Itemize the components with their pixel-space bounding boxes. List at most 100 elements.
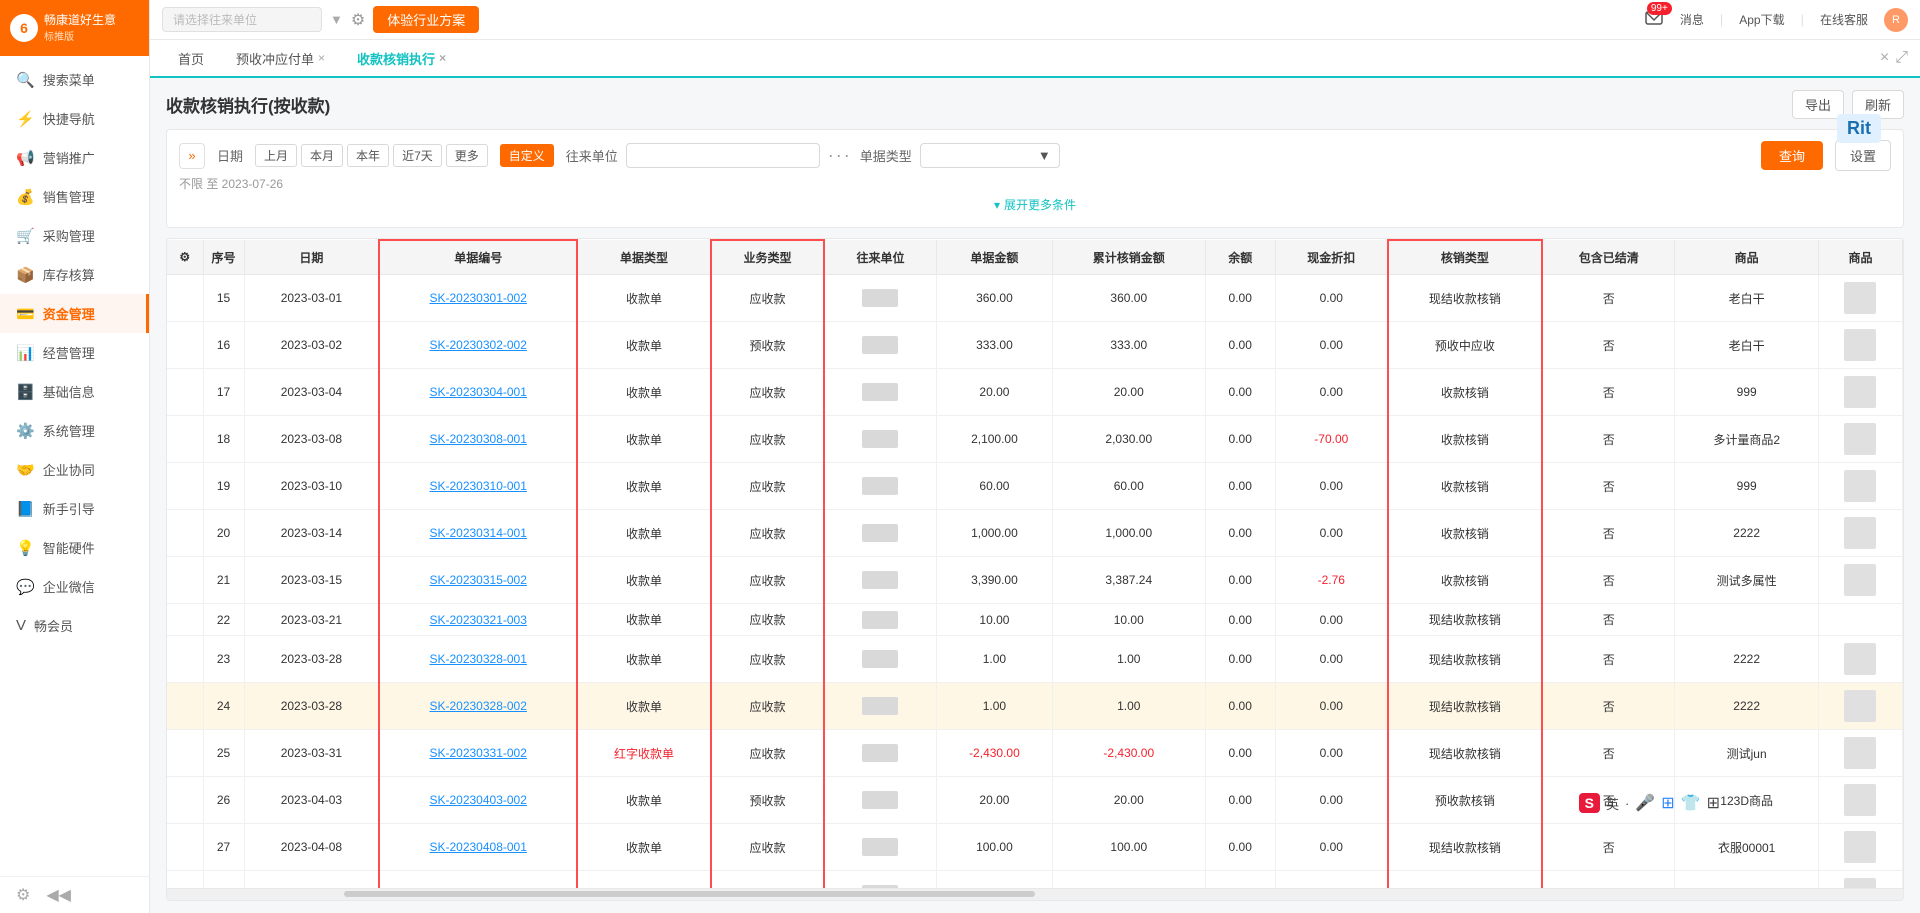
tab-verify-exec[interactable]: 收款核销执行 × <box>341 40 462 78</box>
topbar-divider2: | <box>1801 12 1804 27</box>
table-container[interactable]: ⚙ 序号 日期 单据编号 单据类型 业务类型 往来单位 单据金额 累计核销金额 … <box>167 239 1903 888</box>
table-row[interactable]: 21 2023-03-15 SK-20230315-002 收款单 应收款 3,… <box>167 557 1903 604</box>
sidebar-item-collab[interactable]: 🤝 企业协同 <box>0 450 149 489</box>
sidebar-item-hardware[interactable]: 💡 智能硬件 <box>0 528 149 567</box>
expand-toggle[interactable]: » <box>179 143 205 169</box>
gear-icon[interactable]: ⚙ <box>351 10 365 30</box>
table-row[interactable]: 19 2023-03-10 SK-20230310-001 收款单 应收款 60… <box>167 463 1903 510</box>
tab-close-all[interactable]: × ⤢ <box>1880 40 1908 76</box>
cell-goods2 <box>1818 275 1902 322</box>
tab-pre-offset[interactable]: 预收冲应付单 × <box>220 40 341 78</box>
date-btn-this-year[interactable]: 本年 <box>347 144 389 167</box>
table-row[interactable]: 15 2023-03-01 SK-20230301-002 收款单 应收款 36… <box>167 275 1903 322</box>
cell-verify-type: 预收款核销 <box>1388 777 1542 824</box>
mic-icon[interactable]: 🎤 <box>1635 793 1655 813</box>
table-row[interactable]: 25 2023-03-31 SK-20230331-002 红字收款单 应收款 … <box>167 730 1903 777</box>
table-row[interactable]: 22 2023-03-21 SK-20230321-003 收款单 应收款 10… <box>167 604 1903 636</box>
cell-icon <box>167 510 203 557</box>
date-btn-last-month[interactable]: 上月 <box>255 144 297 167</box>
industry-solution-button[interactable]: 体验行业方案 <box>373 6 479 33</box>
expand-conditions-bar[interactable]: ▾ 展开更多条件 <box>179 192 1891 217</box>
cell-voucher-no[interactable]: SK-20230308-001 <box>379 416 577 463</box>
sidebar-item-operations[interactable]: 📊 经营管理 <box>0 333 149 372</box>
tab-verify-exec-close[interactable]: × <box>439 51 446 65</box>
user-avatar[interactable]: R <box>1884 8 1908 32</box>
cell-discount: 0.00 <box>1275 275 1387 322</box>
sidebar: 6 畅康道好生意 标推版 🔍 搜索菜单 ⚡ 快捷导航 📢 营销推广 💰 销售管理… <box>0 0 150 913</box>
cell-voucher-no[interactable]: SK-20230328-001 <box>379 636 577 683</box>
cell-balance: 0.00 <box>1205 683 1275 730</box>
cell-voucher-no[interactable]: SK-20230302-002 <box>379 322 577 369</box>
table-row[interactable]: 24 2023-03-28 SK-20230328-002 收款单 应收款 1.… <box>167 683 1903 730</box>
address-input[interactable]: 请选择往来单位 <box>162 7 322 32</box>
table-row[interactable]: 28 2023-04-18 SK-20230418-001 收款单 应收款 10… <box>167 871 1903 889</box>
sidebar-bottom: ⚙ ◀◀ <box>0 876 149 913</box>
online-support-link[interactable]: 在线客服 <box>1820 11 1868 28</box>
cell-goods <box>1675 604 1818 636</box>
cell-voucher-no[interactable]: SK-20230301-002 <box>379 275 577 322</box>
tab-pre-offset-close[interactable]: × <box>318 51 325 65</box>
sidebar-item-marketing[interactable]: 📢 营销推广 <box>0 138 149 177</box>
cell-goods2 <box>1818 463 1902 510</box>
sidebar-item-funds[interactable]: 💳 资金管理 <box>0 294 149 333</box>
cell-voucher-no[interactable]: SK-20230315-002 <box>379 557 577 604</box>
date-btn-7days[interactable]: 近7天 <box>393 144 442 167</box>
cell-voucher-no[interactable]: SK-20230314-001 <box>379 510 577 557</box>
sidebar-item-member[interactable]: V 畅会员 <box>0 606 149 645</box>
cell-discount: -2.76 <box>1275 557 1387 604</box>
cell-balance: 0.00 <box>1205 416 1275 463</box>
cell-voucher-no[interactable]: SK-20230408-001 <box>379 824 577 871</box>
table-row[interactable]: 17 2023-03-04 SK-20230304-001 收款单 应收款 20… <box>167 369 1903 416</box>
setting-button[interactable]: 设置 <box>1835 140 1891 171</box>
cell-company <box>824 824 936 871</box>
wechat-icon: 💬 <box>16 578 35 596</box>
grid-icon[interactable]: ⊞ <box>1661 793 1674 813</box>
date-btn-more[interactable]: 更多 <box>446 144 488 167</box>
sidebar-settings-icon[interactable]: ⚙ <box>16 885 30 905</box>
sidebar-item-system[interactable]: ⚙️ 系统管理 <box>0 411 149 450</box>
table-row[interactable]: 20 2023-03-14 SK-20230314-001 收款单 应收款 1,… <box>167 510 1903 557</box>
cell-voucher-no[interactable]: SK-20230310-001 <box>379 463 577 510</box>
shirt-icon[interactable]: 👕 <box>1681 793 1701 813</box>
table-row[interactable]: 27 2023-04-08 SK-20230408-001 收款单 应收款 10… <box>167 824 1903 871</box>
voucher-type-select[interactable]: ▼ <box>920 143 1060 168</box>
cell-voucher-no[interactable]: SK-20230403-002 <box>379 777 577 824</box>
app-download-link[interactable]: App下载 <box>1739 11 1784 28</box>
company-filter-input[interactable] <box>626 143 820 168</box>
cell-biz-type: 应收款 <box>711 604 824 636</box>
cell-icon <box>167 275 203 322</box>
scroll-bar[interactable] <box>167 888 1903 900</box>
table-row[interactable]: 23 2023-03-28 SK-20230328-001 收款单 应收款 1.… <box>167 636 1903 683</box>
custom-date-button[interactable]: 自定义 <box>500 144 554 167</box>
col-settings[interactable]: ⚙ <box>167 240 203 275</box>
sidebar-item-wechat[interactable]: 💬 企业微信 <box>0 567 149 606</box>
cell-voucher-no[interactable]: SK-20230304-001 <box>379 369 577 416</box>
sidebar-item-purchase[interactable]: 🛒 采购管理 <box>0 216 149 255</box>
cell-goods: 测试多属性 <box>1675 557 1818 604</box>
sidebar-collapse-icon[interactable]: ◀◀ <box>46 885 71 905</box>
export-button[interactable]: 导出 <box>1792 90 1844 119</box>
sidebar-item-shortcut[interactable]: ⚡ 快捷导航 <box>0 99 149 138</box>
cell-voucher-no[interactable]: SK-20230418-001 <box>379 871 577 889</box>
cell-voucher-no[interactable]: SK-20230331-002 <box>379 730 577 777</box>
table-row[interactable]: 16 2023-03-02 SK-20230302-002 收款单 预收款 33… <box>167 322 1903 369</box>
sidebar-item-sales[interactable]: 💰 销售管理 <box>0 177 149 216</box>
apps-icon[interactable]: ⊞ <box>1707 793 1720 813</box>
message-icon[interactable]: 99+ <box>1644 8 1664 31</box>
cell-verified: 2,030.00 <box>1052 416 1205 463</box>
sidebar-item-inventory[interactable]: 📦 库存核算 <box>0 255 149 294</box>
sidebar-item-guide[interactable]: 📘 新手引导 <box>0 489 149 528</box>
date-btn-this-month[interactable]: 本月 <box>301 144 343 167</box>
query-button[interactable]: 查询 <box>1761 141 1823 170</box>
sidebar-item-base[interactable]: 🗄️ 基础信息 <box>0 372 149 411</box>
sidebar-item-search[interactable]: 🔍 搜索菜单 <box>0 60 149 99</box>
cell-icon <box>167 871 203 889</box>
scroll-thumb[interactable] <box>344 891 1035 897</box>
cell-goods2 <box>1818 683 1902 730</box>
cell-voucher-no[interactable]: SK-20230328-002 <box>379 683 577 730</box>
cell-voucher-type: 收款单 <box>577 777 711 824</box>
tab-home[interactable]: 首页 <box>162 40 220 78</box>
cell-voucher-no[interactable]: SK-20230321-003 <box>379 604 577 636</box>
table-row[interactable]: 18 2023-03-08 SK-20230308-001 收款单 应收款 2,… <box>167 416 1903 463</box>
data-table: ⚙ 序号 日期 单据编号 单据类型 业务类型 往来单位 单据金额 累计核销金额 … <box>167 239 1903 888</box>
